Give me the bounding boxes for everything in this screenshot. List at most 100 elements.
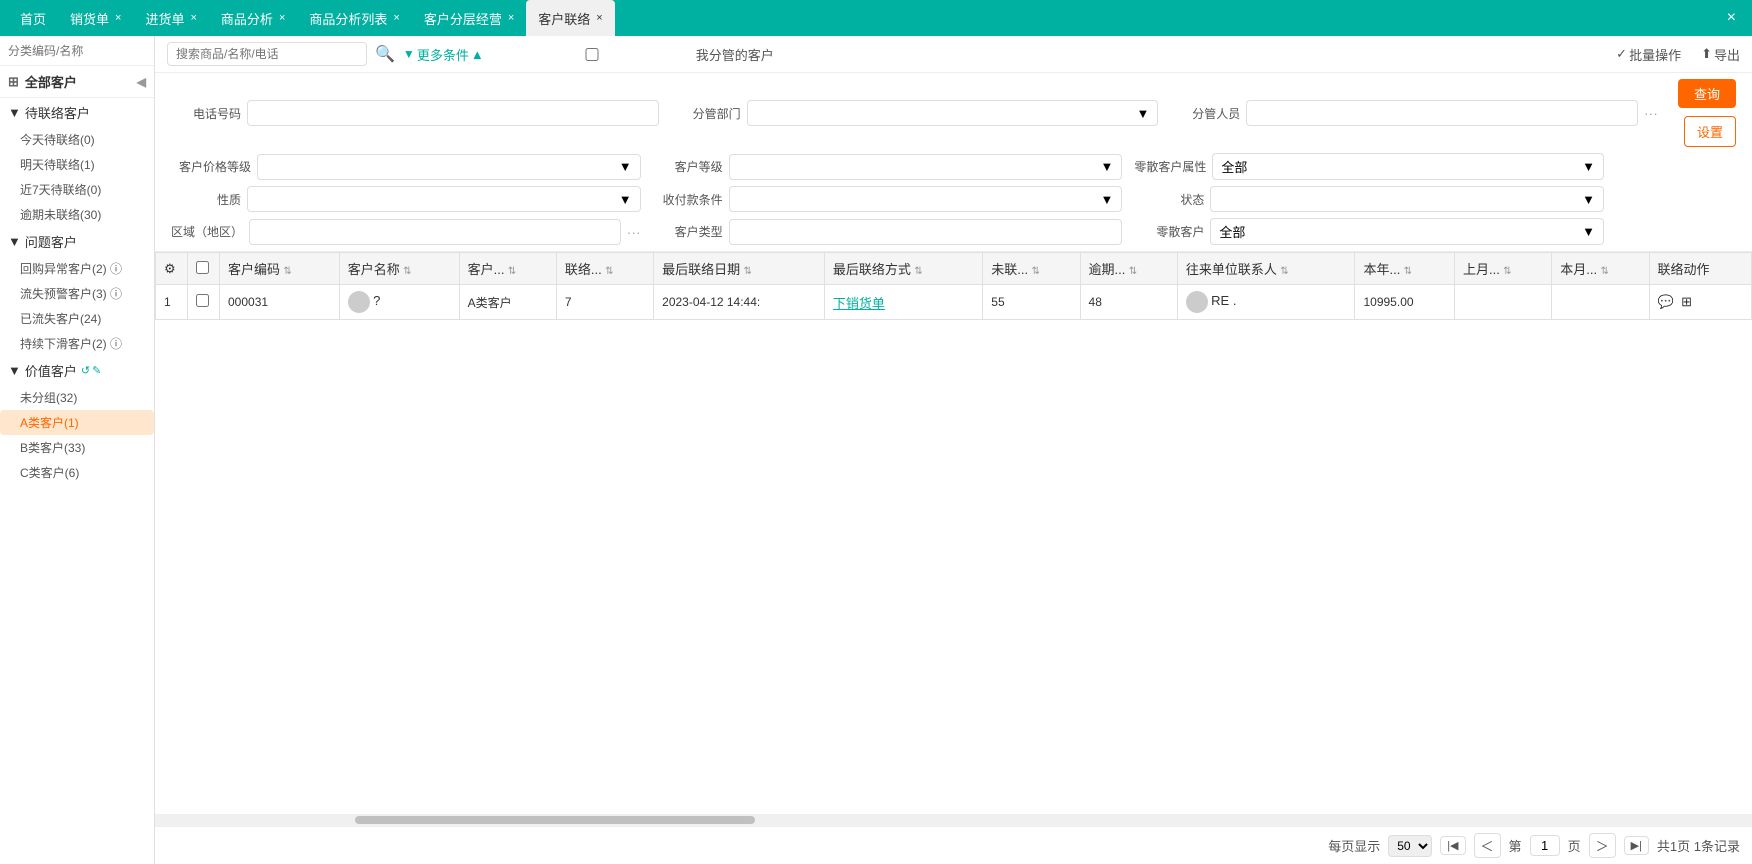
my-customers-checkbox[interactable]: 我分管的客户 bbox=[492, 45, 774, 64]
col-not-contacted[interactable]: 未联... ⇅ bbox=[983, 253, 1080, 285]
sidebar-item-declining[interactable]: 持续下滑客户(2) ⓘ bbox=[0, 331, 154, 356]
select-price-level[interactable]: ▼ bbox=[257, 154, 641, 180]
horizontal-scrollbar[interactable] bbox=[155, 814, 1752, 826]
person-dots-btn[interactable]: ··· bbox=[1644, 105, 1658, 121]
label-price-level: 客户价格等级 bbox=[171, 158, 251, 175]
sidebar-item-churned[interactable]: 已流失客户(24) bbox=[0, 306, 154, 331]
col-contact-person[interactable]: 往来单位联系人 ⇅ bbox=[1177, 253, 1355, 285]
scrollbar-thumb[interactable] bbox=[355, 816, 755, 824]
batch-op-btn[interactable]: ✓ 批量操作 bbox=[1616, 45, 1681, 64]
col-last-month[interactable]: 上月... ⇅ bbox=[1454, 253, 1551, 285]
sidebar-collapse-btn[interactable]: ◀ bbox=[137, 75, 146, 89]
search-button[interactable]: 🔍 bbox=[375, 44, 395, 64]
sidebar-item-overdue-contact[interactable]: 逾期未联络(30) bbox=[0, 202, 154, 227]
close-tab-sales[interactable]: × bbox=[115, 12, 121, 24]
search-input[interactable] bbox=[167, 42, 367, 66]
sidebar-item-churn-warning[interactable]: 流失预警客户(3) ⓘ bbox=[0, 281, 154, 306]
region-dots-btn[interactable]: ··· bbox=[627, 224, 641, 240]
select-customer-level[interactable]: ▼ bbox=[729, 154, 1123, 180]
section-arrow-pending: ▼ bbox=[8, 105, 21, 120]
nav-tab-sales[interactable]: 销货单 × bbox=[58, 0, 133, 36]
export-btn[interactable]: ⬆ 导出 bbox=[1701, 45, 1740, 64]
col-contact-count[interactable]: 联络... ⇅ bbox=[556, 253, 653, 285]
query-button[interactable]: 查询 bbox=[1678, 79, 1736, 108]
col-last-contact-method[interactable]: 最后联络方式 ⇅ bbox=[824, 253, 982, 285]
select-scattered-attr[interactable]: 全部 ▼ bbox=[1212, 153, 1604, 180]
input-customer-type[interactable] bbox=[729, 219, 1123, 245]
sort-icon-name: ⇅ bbox=[403, 266, 411, 277]
cell-checkbox[interactable] bbox=[188, 285, 220, 320]
page-number-input[interactable] bbox=[1530, 835, 1560, 856]
action-message-icon[interactable]: 💬 bbox=[1658, 294, 1674, 309]
row-checkbox[interactable] bbox=[196, 294, 209, 307]
col-customer-type[interactable]: 客户... ⇅ bbox=[459, 253, 556, 285]
settings-button[interactable]: 设置 bbox=[1684, 116, 1736, 147]
refresh-icon[interactable]: ↺ bbox=[81, 364, 90, 377]
col-code[interactable]: 客户编码 ⇅ bbox=[220, 253, 340, 285]
col-gear[interactable]: ⚙ bbox=[156, 253, 188, 285]
sidebar-item-today[interactable]: 今天待联络(0) bbox=[0, 127, 154, 152]
sidebar-section-pending[interactable]: ▼ 待联络客户 bbox=[0, 98, 154, 127]
filter-bar: 🔍 ▼ 更多条件 ▲ 我分管的客户 ✓ 批量操作 ⬆ 导出 bbox=[155, 36, 1752, 73]
nav-tab-analysis[interactable]: 商品分析 × bbox=[209, 0, 297, 36]
sidebar-section-value[interactable]: ▼ 价值客户 ↺ ✎ bbox=[0, 356, 154, 385]
close-all-button[interactable]: × bbox=[1719, 9, 1744, 27]
select-nature[interactable]: ▼ bbox=[247, 186, 641, 212]
col-last-contact-date[interactable]: 最后联络日期 ⇅ bbox=[654, 253, 825, 285]
my-customers-check[interactable] bbox=[492, 48, 692, 61]
first-page-btn[interactable]: |◀ bbox=[1440, 836, 1465, 855]
input-region[interactable] bbox=[249, 219, 621, 245]
edit-icon[interactable]: ✎ bbox=[92, 364, 101, 377]
nav-tab-purchase[interactable]: 进货单 × bbox=[133, 0, 208, 36]
cell-actions[interactable]: 💬 ⊞ bbox=[1649, 285, 1751, 320]
col-this-month[interactable]: 本月... ⇅ bbox=[1552, 253, 1649, 285]
section-arrow-value: ▼ bbox=[8, 363, 21, 378]
label-customer-level: 客户等级 bbox=[653, 158, 723, 175]
sidebar-item-abnormal-purchase[interactable]: 回购异常客户(2) ⓘ bbox=[0, 256, 154, 281]
sidebar-item-tomorrow[interactable]: 明天待联络(1) bbox=[0, 152, 154, 177]
sidebar-search-input[interactable] bbox=[8, 44, 155, 58]
sidebar-item-b-class[interactable]: B类客户(33) bbox=[0, 435, 154, 460]
select-status[interactable]: ▼ bbox=[1210, 186, 1604, 212]
next-page-btn[interactable]: ＞ bbox=[1589, 833, 1616, 858]
nav-tab-analysis-list[interactable]: 商品分析列表 × bbox=[297, 0, 411, 36]
input-person[interactable] bbox=[1246, 100, 1638, 126]
input-phone[interactable] bbox=[247, 100, 659, 126]
nav-home[interactable]: 首页 bbox=[8, 0, 58, 36]
sidebar-item-a-class[interactable]: A类客户(1) bbox=[0, 410, 154, 435]
cell-last-contact-method[interactable]: 下销货单 bbox=[824, 285, 982, 320]
nav-tab-customer-mgmt[interactable]: 客户分层经营 × bbox=[412, 0, 526, 36]
sidebar-item-c-class[interactable]: C类客户(6) bbox=[0, 460, 154, 485]
select-all-checkbox[interactable] bbox=[196, 261, 209, 274]
prev-page-btn[interactable]: ＜ bbox=[1474, 833, 1501, 858]
select-scattered[interactable]: 全部 ▼ bbox=[1210, 218, 1604, 245]
select-dept[interactable]: ▼ bbox=[747, 100, 1159, 126]
close-tab-customer-contact[interactable]: × bbox=[596, 12, 602, 24]
col-name[interactable]: 客户名称 ⇅ bbox=[339, 253, 459, 285]
label-phone: 电话号码 bbox=[171, 105, 241, 122]
col-this-year[interactable]: 本年... ⇅ bbox=[1355, 253, 1454, 285]
page-size-select[interactable]: 50 bbox=[1388, 835, 1432, 857]
cell-not-contacted: 55 bbox=[983, 285, 1080, 320]
select-payment[interactable]: ▼ bbox=[729, 186, 1123, 212]
last-page-btn[interactable]: ▶| bbox=[1624, 836, 1649, 855]
close-tab-analysis[interactable]: × bbox=[279, 12, 285, 24]
gear-icon[interactable]: ⚙ bbox=[164, 261, 176, 276]
contact-method-link[interactable]: 下销货单 bbox=[833, 296, 885, 311]
close-tab-customer-mgmt[interactable]: × bbox=[508, 12, 514, 24]
customer-level-arrow-icon: ▼ bbox=[1100, 159, 1113, 174]
action-grid-icon[interactable]: ⊞ bbox=[1681, 294, 1692, 309]
grid-icon: ⊞ bbox=[8, 74, 19, 90]
advanced-filter-section: 电话号码 分管部门 ▼ 分管人员 ··· 查询 设置 bbox=[155, 73, 1752, 252]
col-checkbox[interactable] bbox=[188, 253, 220, 285]
sidebar-section-problem[interactable]: ▼ 问题客户 bbox=[0, 227, 154, 256]
col-overdue[interactable]: 逾期... ⇅ bbox=[1080, 253, 1177, 285]
more-conditions-btn[interactable]: ▼ 更多条件 ▲ bbox=[403, 45, 484, 64]
cell-index: 1 bbox=[156, 285, 188, 320]
sidebar-item-unclassified[interactable]: 未分组(32) bbox=[0, 385, 154, 410]
sidebar-item-7days[interactable]: 近7天待联络(0) bbox=[0, 177, 154, 202]
close-tab-purchase[interactable]: × bbox=[190, 12, 196, 24]
sidebar: 🔍 ⊞ 全部客户 ◀ ▼ 待联络客户 今天待联络(0) 明天待联络(1) 近7天… bbox=[0, 36, 155, 864]
close-tab-analysis-list[interactable]: × bbox=[393, 12, 399, 24]
nav-tab-customer-contact[interactable]: 客户联络 × bbox=[526, 0, 614, 36]
